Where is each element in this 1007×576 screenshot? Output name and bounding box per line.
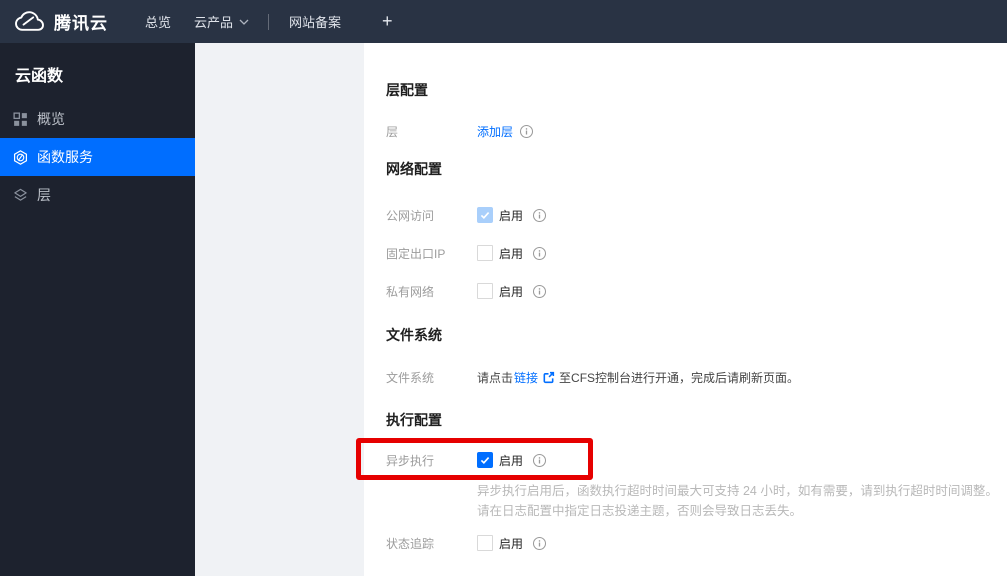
info-icon[interactable] [532, 536, 547, 551]
nav-divider [268, 13, 270, 30]
nav-website-beian[interactable]: 网站备案 [289, 12, 341, 31]
sidebar-item-label: 函数服务 [37, 149, 93, 165]
field-label-file-system: 文件系统 [386, 370, 435, 385]
tencent-cloud-logo[interactable]: 腾讯云 [14, 9, 108, 34]
sidebar-item-overview[interactable]: 概览 [0, 100, 195, 138]
layers-icon [13, 188, 28, 203]
secondary-pane [195, 43, 364, 576]
sidebar-item-label: 层 [37, 187, 51, 203]
info-icon[interactable] [532, 208, 547, 223]
cloud-logo-icon [14, 11, 45, 32]
field-label-vpc: 私有网络 [386, 284, 435, 299]
async-execution-help-text: 异步执行启用后，函数执行超时时间最大可支持 24 小时，如有需要，请到执行超时时… [477, 481, 998, 521]
file-system-hint: 请点击 链接 至CFS控制台进行开通，完成后请刷新页面。 [477, 369, 799, 386]
add-tab-button[interactable]: + [382, 11, 393, 32]
fixed-ip-checkbox[interactable] [477, 245, 493, 261]
form-row-private-network: 私有网络 启用 [386, 282, 547, 300]
cfs-console-link[interactable]: 链接 [514, 369, 538, 386]
form-row-file-system: 文件系统 请点击 链接 至CFS控制台进行开通，完成后请刷新页面。 [386, 368, 799, 386]
section-heading-file-system: 文件系统 [386, 327, 442, 343]
info-icon[interactable] [532, 453, 547, 468]
sidebar-item-function-service[interactable]: 函数服务 [0, 138, 195, 176]
hint-suffix: 至CFS控制台进行开通，完成后请刷新页面。 [559, 370, 800, 385]
brand-name: 腾讯云 [54, 14, 108, 33]
enable-label: 启用 [499, 208, 524, 223]
field-label-fixed-ip: 固定出口IP [386, 246, 446, 261]
info-icon[interactable] [532, 284, 547, 299]
nav-cloud-products[interactable]: 云产品 [194, 12, 249, 31]
info-icon[interactable] [532, 246, 547, 261]
function-config-panel: 层配置 层 添加层 网络配置 公网访问 启用 固定出口IP 启用 私有网络 启用… [364, 43, 1007, 576]
enable-label: 启用 [499, 284, 524, 299]
add-layer-link[interactable]: 添加层 [477, 123, 513, 140]
async-execution-checkbox[interactable] [477, 452, 493, 468]
enable-label: 启用 [499, 246, 524, 261]
sidebar: 云函数 概览 函数服务 层 [0, 43, 195, 576]
info-icon[interactable] [519, 124, 534, 139]
private-network-checkbox[interactable] [477, 283, 493, 299]
help-line-1: 异步执行启用后，函数执行超时时间最大可支持 24 小时，如有需要，请到执行超时时… [477, 484, 998, 498]
form-row-layer: 层 添加层 [386, 122, 534, 140]
enable-label: 启用 [499, 453, 524, 468]
form-row-fixed-outbound-ip: 固定出口IP 启用 [386, 244, 547, 262]
enable-label: 启用 [499, 536, 524, 551]
grid-icon [13, 111, 28, 127]
form-row-status-tracing: 状态追踪 启用 [386, 534, 547, 552]
public-access-checkbox [477, 207, 493, 223]
sidebar-item-label: 概览 [37, 111, 65, 127]
topbar: 腾讯云 总览 云产品 网站备案 + [0, 0, 1007, 43]
section-heading-layer-config: 层配置 [386, 82, 428, 98]
status-tracing-checkbox[interactable] [477, 535, 493, 551]
help-line-2: 请在日志配置中指定日志投递主题，否则会导致日志丢失。 [477, 504, 803, 518]
field-label-public-access: 公网访问 [386, 208, 435, 223]
form-row-async-execution: 异步执行 启用 [386, 451, 547, 469]
field-label-async-execution: 异步执行 [386, 453, 435, 468]
form-row-public-network-access: 公网访问 启用 [386, 206, 547, 224]
external-link-icon[interactable] [542, 371, 555, 384]
field-label-layer: 层 [386, 124, 399, 139]
sidebar-menu: 概览 函数服务 层 [0, 100, 195, 214]
sidebar-item-layers[interactable]: 层 [0, 176, 195, 214]
nav-overview[interactable]: 总览 [145, 12, 171, 31]
chevron-down-icon [239, 19, 249, 25]
field-label-status-tracing: 状态追踪 [386, 536, 435, 551]
nav-cloud-products-label: 云产品 [194, 15, 234, 30]
section-heading-execution-config: 执行配置 [386, 412, 442, 428]
sidebar-title: 云函数 [15, 68, 64, 85]
section-heading-network-config: 网络配置 [386, 161, 442, 177]
hint-prefix: 请点击 [477, 370, 514, 385]
function-service-icon [13, 149, 28, 165]
